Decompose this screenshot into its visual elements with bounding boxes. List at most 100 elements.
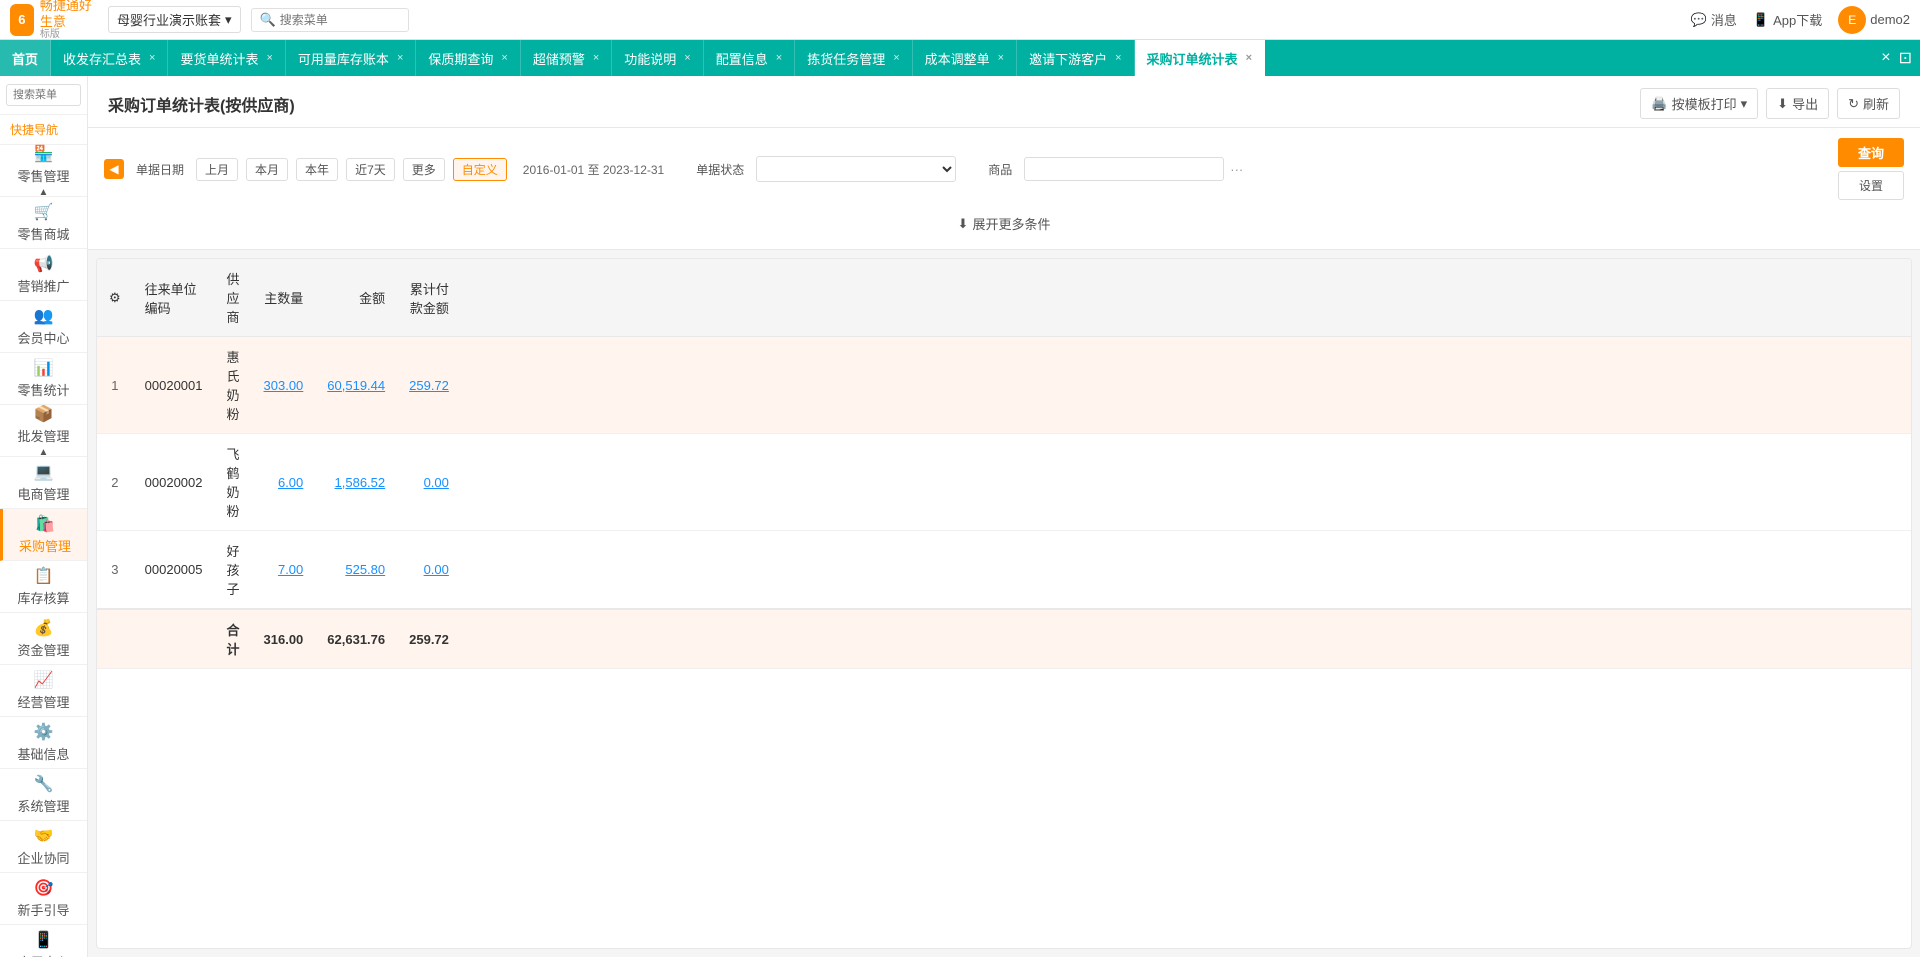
tab-baozhiqi[interactable]: 保质期查询 ×	[416, 40, 520, 76]
tab-chengben[interactable]: 成本调整单 ×	[913, 40, 1017, 76]
action-buttons: 查询 设置	[1838, 138, 1904, 200]
tab-paihuorenwu[interactable]: 拣货任务管理 ×	[795, 40, 912, 76]
chevron-down-icon2: ▲	[39, 447, 49, 458]
expand-conditions-button[interactable]: ⬇ 展开更多条件	[958, 214, 1051, 233]
sidebar-item-lingshougaunli[interactable]: 🏪 零售管理 ▲	[0, 145, 87, 197]
close-tab-baozhiqi[interactable]: ×	[501, 52, 507, 64]
tab-peizhi[interactable]: 配置信息 ×	[704, 40, 795, 76]
stat-icon: 📊	[34, 358, 54, 378]
row-supplier: 飞鹤奶粉	[215, 434, 252, 531]
sidebar-item-jingying[interactable]: 📈 经营管理	[0, 665, 87, 717]
col-spacer	[461, 259, 1911, 337]
sidebar-item-quick-nav[interactable]: 快捷导航	[0, 115, 87, 145]
sidebar-item-huiyuan[interactable]: 👥 会员中心	[0, 301, 87, 353]
tab-gongneng[interactable]: 功能说明 ×	[612, 40, 703, 76]
tab-chaochuyujing[interactable]: 超储预警 ×	[521, 40, 612, 76]
dropdown-icon: ▾	[225, 12, 232, 28]
search-input[interactable]	[280, 13, 400, 27]
status-select[interactable]	[756, 156, 956, 182]
sidebar-item-zijin[interactable]: 💰 资金管理	[0, 613, 87, 665]
tab-shoufahu[interactable]: 收发存汇总表 ×	[51, 40, 168, 76]
refresh-icon: ↻	[1848, 96, 1859, 112]
tab-close-all[interactable]: ×	[1881, 49, 1890, 67]
member-icon: 👥	[34, 306, 54, 326]
row-index: 1	[97, 337, 133, 434]
goods-input[interactable]	[1024, 157, 1224, 181]
print-dropdown-icon[interactable]: ▾	[1741, 96, 1748, 112]
col-settings[interactable]: ⚙	[97, 259, 133, 337]
tab-expand[interactable]: ⊡	[1899, 48, 1912, 68]
row-amount[interactable]: 525.80	[315, 531, 397, 610]
col-supplier: 供应商	[215, 259, 252, 337]
settings-button[interactable]: 设置	[1838, 171, 1904, 200]
close-tab-peizhi[interactable]: ×	[776, 52, 782, 64]
query-button[interactable]: 查询	[1838, 138, 1904, 167]
status-filter-group	[756, 156, 956, 182]
date-custom-badge[interactable]: 自定义	[453, 158, 507, 181]
goods-more-icon[interactable]: ···	[1230, 162, 1243, 177]
close-tab-caigou[interactable]: ×	[1246, 52, 1252, 64]
row-amount[interactable]: 1,586.52	[315, 434, 397, 531]
close-tab-gongneng[interactable]: ×	[684, 52, 690, 64]
close-tab-keyong[interactable]: ×	[397, 52, 403, 64]
footer-amount: 62,631.76	[315, 609, 397, 669]
filter-collapse-button[interactable]: ◀	[104, 159, 124, 179]
tab-keyong[interactable]: 可用量库存账本 ×	[286, 40, 416, 76]
tab-home[interactable]: 首页	[0, 40, 51, 76]
export-button[interactable]: ⬇ 导出	[1766, 88, 1829, 119]
sidebar-item-yingyong[interactable]: 📱 应用中心	[0, 925, 87, 957]
data-table: ⚙ 往来单位编码 供应商 主数量 金额 累计付款金额 1 00020001 惠氏…	[97, 259, 1911, 669]
close-tab-paihuorenwu[interactable]: ×	[893, 52, 899, 64]
date-7days[interactable]: 近7天	[346, 158, 395, 181]
app-download-button[interactable]: 📱 App下载	[1753, 10, 1822, 29]
sidebar-item-qiye[interactable]: 🤝 企业协同	[0, 821, 87, 873]
close-tab-chaochuyujing[interactable]: ×	[593, 52, 599, 64]
sidebar-item-kucun[interactable]: 📋 库存核算	[0, 561, 87, 613]
print-button[interactable]: 🖨️ 按模板打印 ▾	[1640, 88, 1758, 119]
row-amount[interactable]: 60,519.44	[315, 337, 397, 434]
row-paid[interactable]: 0.00	[397, 434, 461, 531]
row-qty[interactable]: 303.00	[252, 337, 316, 434]
date-last-month[interactable]: 上月	[196, 158, 238, 181]
sidebar-search-input[interactable]	[6, 84, 81, 106]
sidebar-item-lingshoutongji[interactable]: 📊 零售统计	[0, 353, 87, 405]
close-tab-yaoqing[interactable]: ×	[1115, 52, 1121, 64]
row-paid[interactable]: 259.72	[397, 337, 461, 434]
sidebar-item-xinshou[interactable]: 🎯 新手引导	[0, 873, 87, 925]
row-qty[interactable]: 7.00	[252, 531, 316, 610]
tab-caigou[interactable]: 采购订单统计表 ×	[1135, 40, 1265, 76]
row-spacer	[461, 337, 1911, 434]
close-tab-shoufahu[interactable]: ×	[149, 52, 155, 64]
footer-supplier: 合计	[215, 609, 252, 669]
tab-yaoqing[interactable]: 邀请下游客户 ×	[1017, 40, 1134, 76]
expand-more-area: ⬇ 展开更多条件	[104, 208, 1904, 239]
row-spacer	[461, 531, 1911, 610]
row-paid[interactable]: 0.00	[397, 531, 461, 610]
user-menu[interactable]: E demo2	[1838, 6, 1910, 34]
date-this-year[interactable]: 本年	[296, 158, 338, 181]
sidebar-item-jichu[interactable]: ⚙️ 基础信息	[0, 717, 87, 769]
close-tab-chengben[interactable]: ×	[998, 52, 1004, 64]
sidebar-item-pifa[interactable]: 📦 批发管理 ▲	[0, 405, 87, 457]
message-button[interactable]: 💬 消息	[1691, 10, 1737, 29]
page-title: 采购订单统计表(按供应商)	[108, 92, 295, 116]
sidebar-item-xitong[interactable]: 🔧 系统管理	[0, 769, 87, 821]
row-code: 00020001	[133, 337, 215, 434]
footer-index	[97, 609, 133, 669]
marketing-icon: 📢	[34, 254, 54, 274]
footer-spacer	[461, 609, 1911, 669]
sidebar-item-dianshang[interactable]: 💻 电商管理	[0, 457, 87, 509]
sidebar-item-lingshoushangcheng[interactable]: 🛒 零售商城	[0, 197, 87, 249]
system-icon: 🔧	[34, 774, 54, 794]
refresh-button[interactable]: ↻ 刷新	[1837, 88, 1900, 119]
guide-icon: 🎯	[34, 878, 54, 898]
date-this-month[interactable]: 本月	[246, 158, 288, 181]
sidebar-item-caigou[interactable]: 🛍️ 采购管理	[0, 509, 87, 561]
workspace-selector[interactable]: 母婴行业演示账套 ▾	[108, 6, 241, 33]
ops-icon: 📈	[34, 670, 54, 690]
close-tab-yaohuo[interactable]: ×	[266, 52, 272, 64]
row-qty[interactable]: 6.00	[252, 434, 316, 531]
date-more[interactable]: 更多	[403, 158, 445, 181]
tab-yaohuo[interactable]: 要货单统计表 ×	[168, 40, 285, 76]
sidebar-item-yingxiao[interactable]: 📢 营销推广	[0, 249, 87, 301]
